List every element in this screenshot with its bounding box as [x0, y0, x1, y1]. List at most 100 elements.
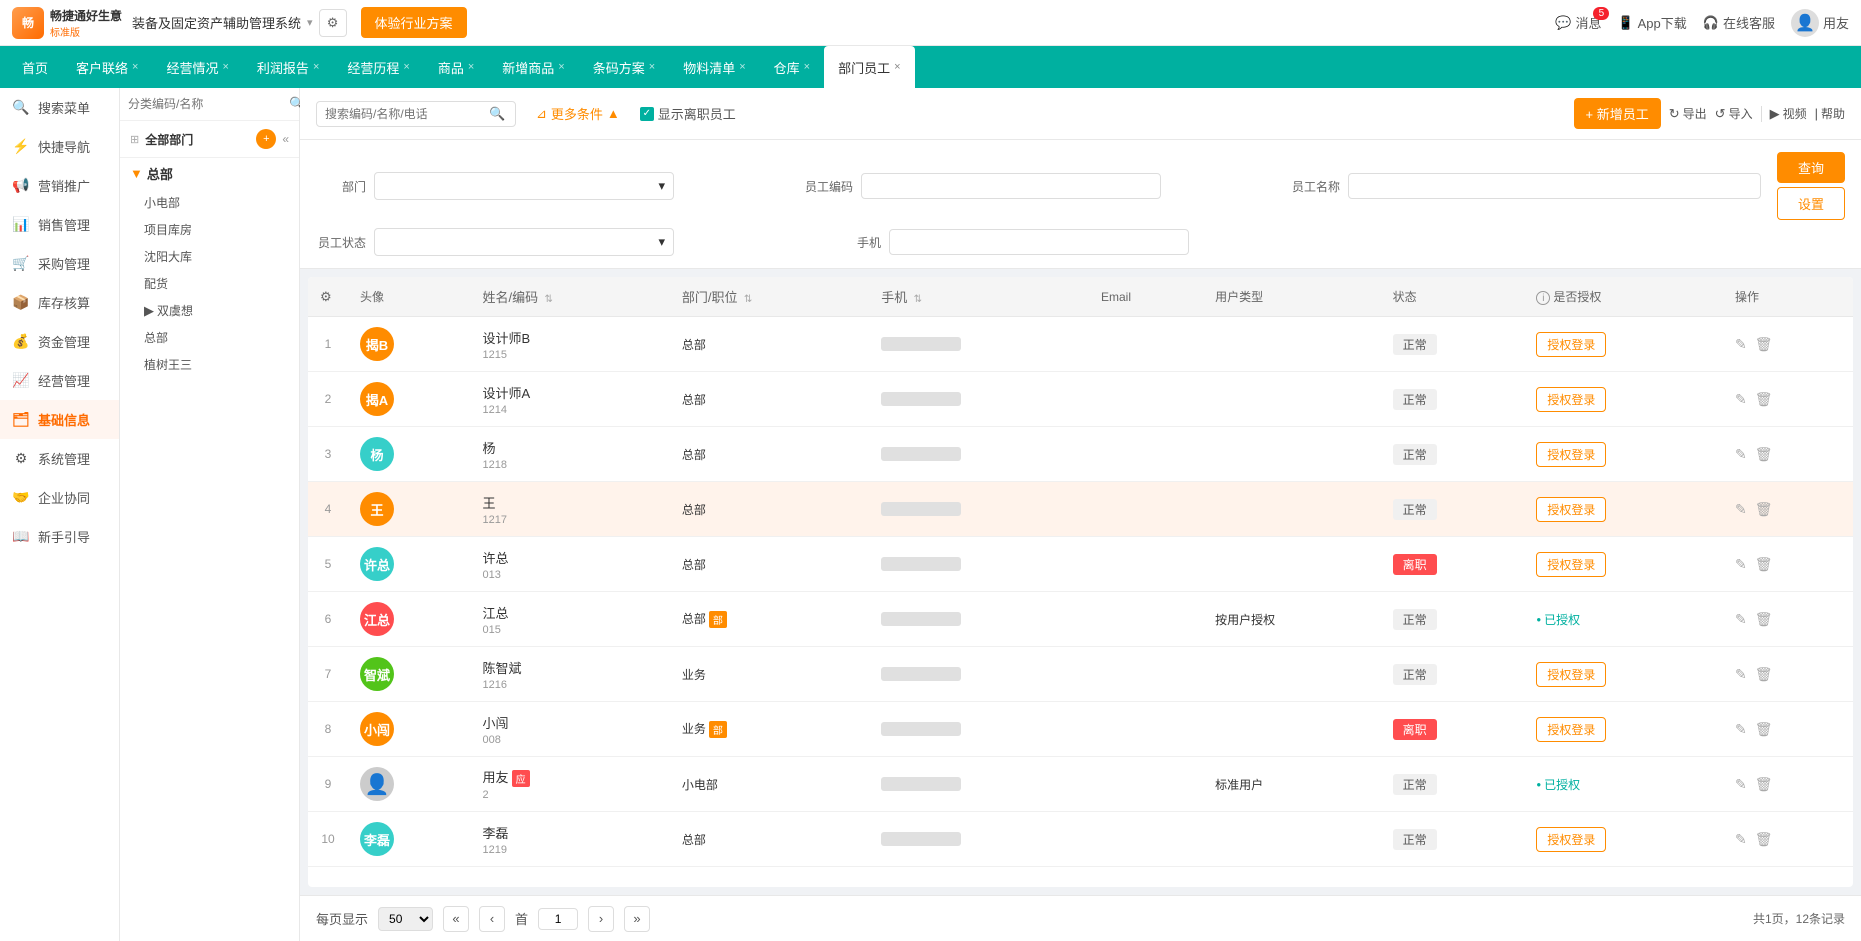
- sort-dept-icon[interactable]: ⇅: [744, 294, 752, 305]
- next-page-btn[interactable]: ›: [588, 906, 614, 932]
- settings-icon[interactable]: ⚙: [319, 9, 347, 37]
- auth-login-btn[interactable]: 授权登录: [1536, 497, 1606, 522]
- nav-item-profit[interactable]: 利润报告 ×: [243, 46, 333, 88]
- first-page-btn[interactable]: «: [443, 906, 469, 932]
- nav-close-bom[interactable]: ×: [739, 61, 745, 73]
- nav-close-history[interactable]: ×: [403, 61, 409, 73]
- search-input[interactable]: [325, 107, 485, 121]
- col-settings[interactable]: ⚙: [308, 277, 348, 317]
- show-resigned-toggle[interactable]: ✓ 显示离职员工: [640, 104, 736, 123]
- delete-icon[interactable]: 🗑: [1755, 831, 1773, 848]
- sidebar-item-business[interactable]: 📈 经营管理: [0, 361, 119, 400]
- prev-page-btn[interactable]: ‹: [479, 906, 505, 932]
- nav-close-profit[interactable]: ×: [313, 61, 319, 73]
- delete-icon[interactable]: 🗑: [1755, 611, 1773, 628]
- tree-add-btn[interactable]: +: [256, 129, 276, 149]
- emp-code-input[interactable]: [861, 173, 1161, 199]
- edit-icon[interactable]: ✎: [1735, 666, 1747, 683]
- nav-item-home[interactable]: 首页: [8, 46, 62, 88]
- nav-close-add-goods[interactable]: ×: [558, 61, 564, 73]
- edit-icon[interactable]: ✎: [1735, 391, 1747, 408]
- page-input[interactable]: [538, 908, 578, 930]
- sidebar-item-search[interactable]: 🔍 搜索菜单: [0, 88, 119, 127]
- nav-close-employee[interactable]: ×: [894, 61, 900, 73]
- nav-item-goods[interactable]: 商品 ×: [424, 46, 488, 88]
- trial-button[interactable]: 体验行业方案: [361, 7, 467, 38]
- online-service-link[interactable]: 🎧 在线客服: [1703, 13, 1775, 32]
- nav-item-barcode[interactable]: 条码方案 ×: [579, 46, 669, 88]
- import-btn[interactable]: ↺导入: [1715, 105, 1753, 122]
- system-dropdown-arrow[interactable]: ▾: [307, 16, 313, 29]
- nav-close-barcode[interactable]: ×: [649, 61, 655, 73]
- auth-login-btn[interactable]: 授权登录: [1536, 332, 1606, 357]
- tree-node-project[interactable]: 项目库房: [120, 216, 299, 243]
- search-icon[interactable]: 🔍: [489, 106, 505, 122]
- tree-node-shenyang[interactable]: 沈阳大库: [120, 243, 299, 270]
- auth-login-btn[interactable]: 授权登录: [1536, 662, 1606, 687]
- nav-item-history[interactable]: 经营历程 ×: [333, 46, 423, 88]
- edit-icon[interactable]: ✎: [1735, 721, 1747, 738]
- delete-icon[interactable]: 🗑: [1755, 501, 1773, 518]
- more-filters-btn[interactable]: ⊿ 更多条件 ▲: [528, 100, 628, 127]
- auth-login-btn[interactable]: 授权登录: [1536, 717, 1606, 742]
- sidebar-item-finance[interactable]: 💰 资金管理: [0, 322, 119, 361]
- reset-button[interactable]: 设置: [1777, 187, 1845, 220]
- per-page-select[interactable]: 50 20 100: [378, 907, 433, 931]
- delete-icon[interactable]: 🗑: [1755, 666, 1773, 683]
- sidebar-item-collab[interactable]: 🤝 企业协同: [0, 478, 119, 517]
- tree-node-shuangyuxiang[interactable]: ▶双虞想: [120, 297, 299, 324]
- auth-login-btn[interactable]: 授权登录: [1536, 827, 1606, 852]
- tree-node-shipping[interactable]: 配货: [120, 270, 299, 297]
- sidebar-item-purchase[interactable]: 🛒 采购管理: [0, 244, 119, 283]
- sort-phone-icon[interactable]: ⇅: [914, 294, 922, 305]
- emp-status-select[interactable]: ▾: [374, 228, 674, 256]
- auth-login-btn[interactable]: 授权登录: [1536, 552, 1606, 577]
- user-menu[interactable]: 👤 用友: [1791, 9, 1849, 37]
- help-btn[interactable]: |帮助: [1815, 105, 1845, 122]
- delete-icon[interactable]: 🗑: [1755, 721, 1773, 738]
- sidebar-item-shortcut[interactable]: ⚡ 快捷导航: [0, 127, 119, 166]
- auth-login-btn[interactable]: 授权登录: [1536, 442, 1606, 467]
- edit-icon[interactable]: ✎: [1735, 776, 1747, 793]
- tree-node-root[interactable]: ▼ 总部: [120, 158, 299, 189]
- query-button[interactable]: 查询: [1777, 152, 1845, 183]
- message-icon-area[interactable]: 💬 消息 5: [1555, 13, 1601, 32]
- delete-icon[interactable]: 🗑: [1755, 336, 1773, 353]
- delete-icon[interactable]: 🗑: [1755, 776, 1773, 793]
- sidebar-item-marketing[interactable]: 📢 营销推广: [0, 166, 119, 205]
- sidebar-item-inventory[interactable]: 📦 库存核算: [0, 283, 119, 322]
- export-btn[interactable]: ↻导出: [1669, 105, 1707, 122]
- auth-login-btn[interactable]: 授权登录: [1536, 387, 1606, 412]
- emp-name-input[interactable]: [1348, 173, 1761, 199]
- nav-close-goods[interactable]: ×: [468, 61, 474, 73]
- edit-icon[interactable]: ✎: [1735, 611, 1747, 628]
- nav-close-operation[interactable]: ×: [222, 61, 228, 73]
- delete-icon[interactable]: 🗑: [1755, 446, 1773, 463]
- phone-input[interactable]: [889, 229, 1189, 255]
- nav-item-warehouse[interactable]: 仓库 ×: [760, 46, 824, 88]
- nav-close-warehouse[interactable]: ×: [804, 61, 810, 73]
- tree-collapse-btn[interactable]: «: [282, 132, 289, 146]
- tree-node-xdb[interactable]: 小电部: [120, 189, 299, 216]
- edit-icon[interactable]: ✎: [1735, 556, 1747, 573]
- edit-icon[interactable]: ✎: [1735, 446, 1747, 463]
- nav-item-add-goods[interactable]: 新增商品 ×: [488, 46, 578, 88]
- resigned-checkbox[interactable]: ✓: [640, 107, 654, 121]
- edit-icon[interactable]: ✎: [1735, 501, 1747, 518]
- sort-name-icon[interactable]: ⇅: [545, 294, 553, 305]
- nav-item-employee[interactable]: 部门员工 ×: [824, 46, 914, 88]
- last-page-btn[interactable]: »: [624, 906, 650, 932]
- tree-node-headquarters[interactable]: 总部: [120, 324, 299, 351]
- app-download-link[interactable]: 📱 App下载: [1617, 13, 1686, 32]
- sidebar-item-guide[interactable]: 📖 新手引导: [0, 517, 119, 556]
- sidebar-item-sales[interactable]: 📊 销售管理: [0, 205, 119, 244]
- nav-close-customer[interactable]: ×: [132, 61, 138, 73]
- tree-all-dept-label[interactable]: 全部部门: [145, 131, 250, 148]
- sidebar-item-basic[interactable]: 🗂 基础信息: [0, 400, 119, 439]
- edit-icon[interactable]: ✎: [1735, 336, 1747, 353]
- nav-item-operation[interactable]: 经营情况 ×: [152, 46, 242, 88]
- dept-filter-select[interactable]: ▾: [374, 172, 674, 200]
- edit-icon[interactable]: ✎: [1735, 831, 1747, 848]
- tree-search-input[interactable]: [128, 97, 283, 111]
- add-employee-button[interactable]: + 新增员工: [1574, 98, 1661, 129]
